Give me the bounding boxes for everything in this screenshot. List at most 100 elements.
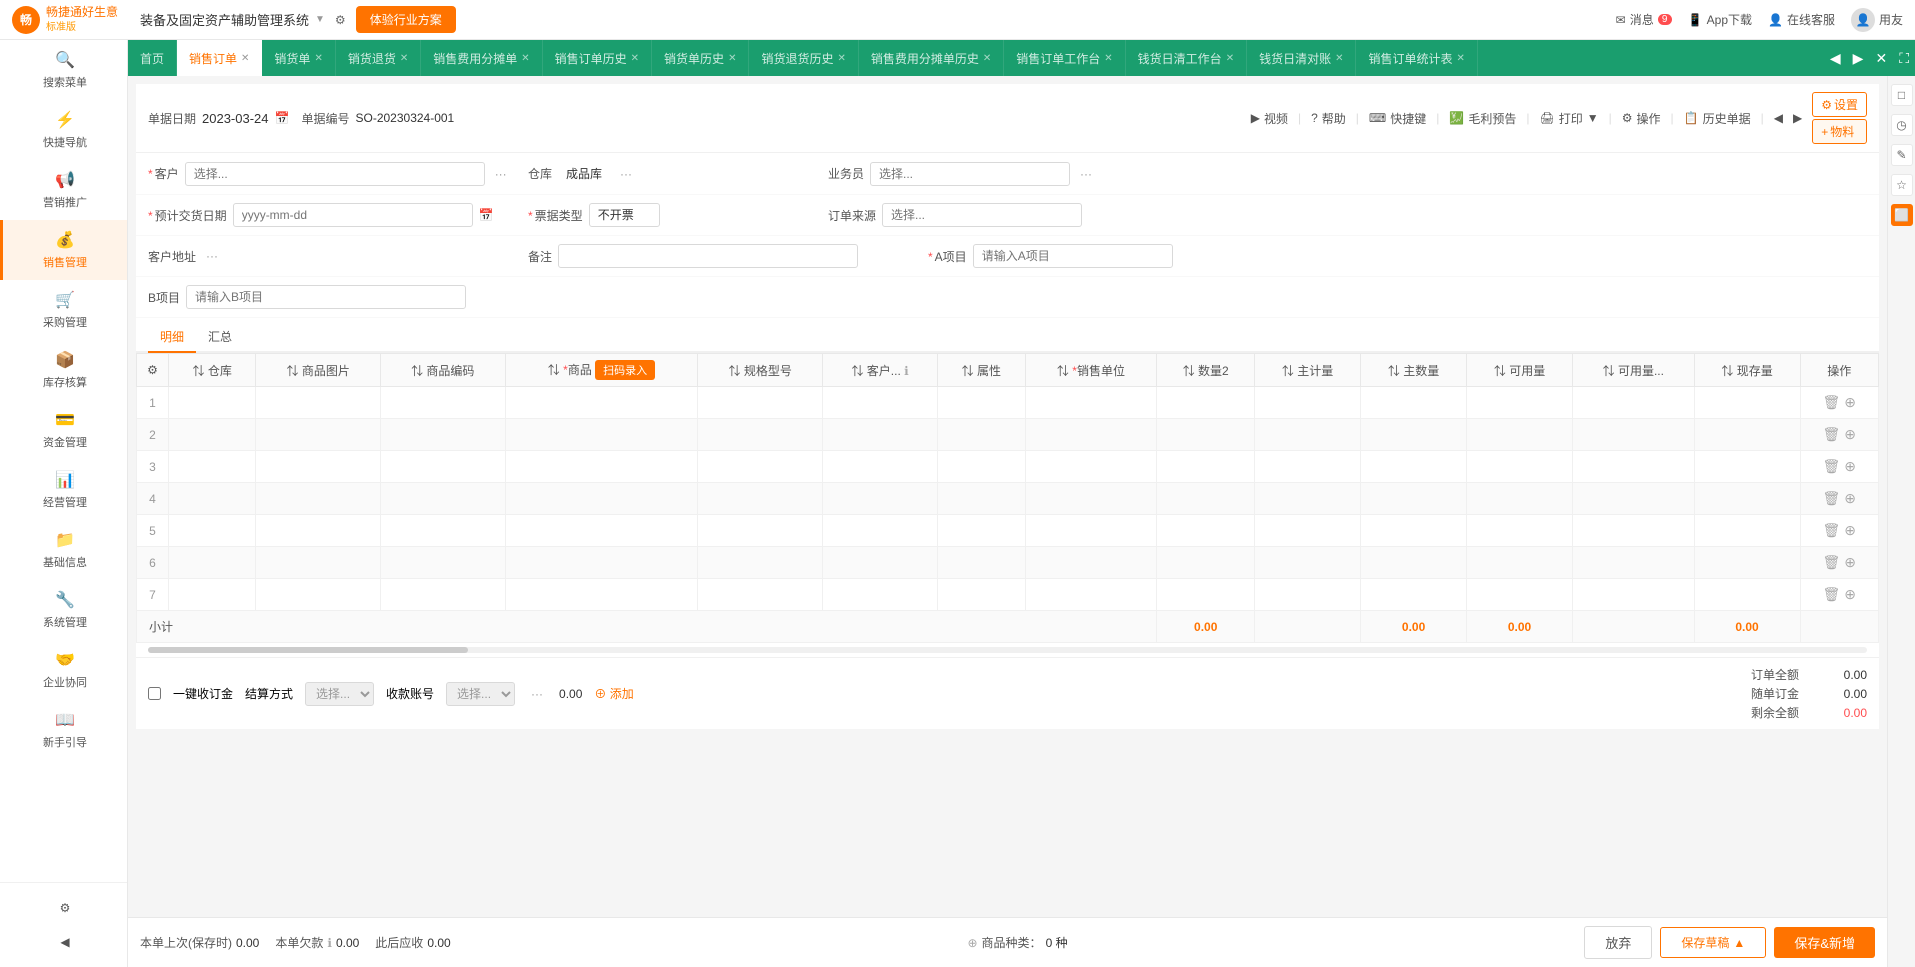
- th-code-sort[interactable]: ⇅: [411, 364, 423, 378]
- sidebar-item-inventory[interactable]: 📦 库存核算: [0, 340, 127, 400]
- calendar-icon[interactable]: 📅: [275, 111, 290, 125]
- row-6-unit[interactable]: [1025, 547, 1157, 579]
- tab-close-sales-return[interactable]: ✕: [400, 53, 408, 64]
- customer-ellipsis[interactable]: ···: [491, 167, 511, 181]
- tab-close-expense-history[interactable]: ✕: [983, 53, 991, 64]
- tab-return-history[interactable]: 销货退货历史 ✕: [749, 40, 858, 76]
- tab-close-return-history[interactable]: ✕: [837, 53, 845, 64]
- tab-home[interactable]: 首页: [128, 40, 177, 76]
- sidebar-item-guide[interactable]: 📖 新手引导: [0, 700, 127, 760]
- row-7-custcode[interactable]: [823, 579, 938, 611]
- row-5-code[interactable]: [380, 515, 505, 547]
- row-2-mainqty[interactable]: [1361, 419, 1467, 451]
- tab-shipment-history[interactable]: 销货单历史 ✕: [652, 40, 749, 76]
- row-1-product[interactable]: [505, 387, 698, 419]
- tab-prev-btn[interactable]: ◀: [1824, 50, 1847, 67]
- row-1-delete-btn[interactable]: 🗑: [1823, 394, 1841, 411]
- row-4-qty2[interactable]: [1157, 483, 1255, 515]
- th-image-sort[interactable]: ⇅: [286, 364, 298, 378]
- tab-close-order-history[interactable]: ✕: [631, 53, 639, 64]
- row-4-code[interactable]: [380, 483, 505, 515]
- row-1-attribute[interactable]: [938, 387, 1025, 419]
- address-ellipsis[interactable]: ···: [202, 249, 222, 263]
- app-download-item[interactable]: 📱 App下载: [1688, 11, 1752, 28]
- toolbar-shortcut[interactable]: ⌨ 快捷键: [1369, 110, 1426, 127]
- user-item[interactable]: 👤 用友: [1851, 8, 1903, 32]
- tab-expense[interactable]: 销售费用分摊单 ✕: [421, 40, 542, 76]
- tab-next-btn[interactable]: ▶: [1847, 50, 1870, 67]
- row-1-spec[interactable]: [698, 387, 823, 419]
- toolbar-help[interactable]: ? 帮助: [1311, 110, 1346, 127]
- row-6-code[interactable]: [380, 547, 505, 579]
- system-dropdown-arrow[interactable]: ▼: [315, 14, 325, 25]
- toolbar-view[interactable]: ▶ 视频: [1251, 110, 1288, 127]
- save-new-btn[interactable]: 保存&新增: [1774, 927, 1875, 958]
- row-5-custcode[interactable]: [823, 515, 938, 547]
- row-5-copy-btn[interactable]: ⊕: [1844, 522, 1856, 539]
- th-warehouse-sort[interactable]: ⇅: [193, 364, 205, 378]
- row-5-warehouse[interactable]: [169, 515, 256, 547]
- account-select[interactable]: 选择...: [446, 682, 515, 706]
- row-5-attribute[interactable]: [938, 515, 1025, 547]
- row-2-delete-btn[interactable]: 🗑: [1823, 426, 1841, 443]
- row-3-product[interactable]: [505, 451, 698, 483]
- row-2-custcode[interactable]: [823, 419, 938, 451]
- sidebar-item-enterprise[interactable]: 🤝 企业协同: [0, 640, 127, 700]
- aproject-input[interactable]: [973, 244, 1173, 268]
- tab-order-workbench[interactable]: 销售订单工作台 ✕: [1004, 40, 1125, 76]
- th-product-sort[interactable]: ⇅: [548, 363, 560, 377]
- row-7-mainqty[interactable]: [1361, 579, 1467, 611]
- tab-expense-history[interactable]: 销售费用分摊单历史 ✕: [859, 40, 1004, 76]
- settings-btn[interactable]: ⚙ 设置: [1812, 92, 1867, 117]
- row-3-qty2[interactable]: [1157, 451, 1255, 483]
- row-7-spec[interactable]: [698, 579, 823, 611]
- delivery-calendar-icon[interactable]: 📅: [479, 208, 494, 222]
- tab-sales-order[interactable]: 销售订单 ✕: [177, 40, 262, 76]
- toolbar-prev[interactable]: ◀: [1774, 111, 1783, 125]
- tab-detail[interactable]: 明细: [148, 322, 196, 353]
- row-3-delete-btn[interactable]: 🗑: [1823, 458, 1841, 475]
- toolbar-ops[interactable]: ⚙ 操作: [1622, 110, 1661, 127]
- staff-input[interactable]: [870, 162, 1070, 186]
- tab-close-daily-workbench[interactable]: ✕: [1226, 53, 1234, 64]
- rp-btn-1[interactable]: □: [1891, 84, 1913, 106]
- scan-btn[interactable]: 扫码录入: [595, 360, 655, 380]
- solution-btn[interactable]: 体验行业方案: [356, 6, 456, 33]
- bproject-input[interactable]: [186, 285, 466, 309]
- toolbar-next[interactable]: ▶: [1793, 111, 1802, 125]
- row-5-spec[interactable]: [698, 515, 823, 547]
- row-7-code[interactable]: [380, 579, 505, 611]
- row-5-product[interactable]: [505, 515, 698, 547]
- row-3-copy-btn[interactable]: ⊕: [1844, 458, 1856, 475]
- rp-btn-4[interactable]: ☆: [1891, 174, 1913, 196]
- payment-method-select[interactable]: 选择...: [305, 682, 374, 706]
- row-1-custcode[interactable]: [823, 387, 938, 419]
- row-2-code[interactable]: [380, 419, 505, 451]
- row-6-spec[interactable]: [698, 547, 823, 579]
- row-7-delete-btn[interactable]: 🗑: [1823, 586, 1841, 603]
- row-1-mainqty[interactable]: [1361, 387, 1467, 419]
- customer-input[interactable]: [185, 162, 485, 186]
- row-1-unit[interactable]: [1025, 387, 1157, 419]
- row-6-mainqty[interactable]: [1361, 547, 1467, 579]
- sidebar-item-quicknav[interactable]: ⚡ 快捷导航: [0, 100, 127, 160]
- scrollbar-thumb[interactable]: [148, 647, 468, 653]
- sidebar-settings[interactable]: ⚙: [0, 891, 127, 925]
- tab-close-sales-shipment[interactable]: ✕: [314, 53, 322, 64]
- save-draft-btn[interactable]: 保存草稿 ▲: [1660, 927, 1766, 958]
- sidebar-item-finance[interactable]: 💳 资金管理: [0, 400, 127, 460]
- tab-reconcile[interactable]: 钱货日清对账 ✕: [1247, 40, 1356, 76]
- row-7-unit[interactable]: [1025, 579, 1157, 611]
- row-4-attribute[interactable]: [938, 483, 1025, 515]
- sidebar-item-system[interactable]: 🔧 系统管理: [0, 580, 127, 640]
- row-1-copy-btn[interactable]: ⊕: [1844, 394, 1856, 411]
- tab-summary[interactable]: 汇总: [196, 322, 244, 353]
- row-4-mainqty[interactable]: [1361, 483, 1467, 515]
- row-7-product[interactable]: [505, 579, 698, 611]
- staff-ellipsis[interactable]: ···: [1076, 167, 1096, 181]
- th-available2-sort[interactable]: ⇅: [1603, 364, 1615, 378]
- tab-close-order-workbench[interactable]: ✕: [1104, 53, 1112, 64]
- th-attribute-sort[interactable]: ⇅: [962, 364, 974, 378]
- row-3-spec[interactable]: [698, 451, 823, 483]
- tab-sales-return[interactable]: 销货退货 ✕: [336, 40, 421, 76]
